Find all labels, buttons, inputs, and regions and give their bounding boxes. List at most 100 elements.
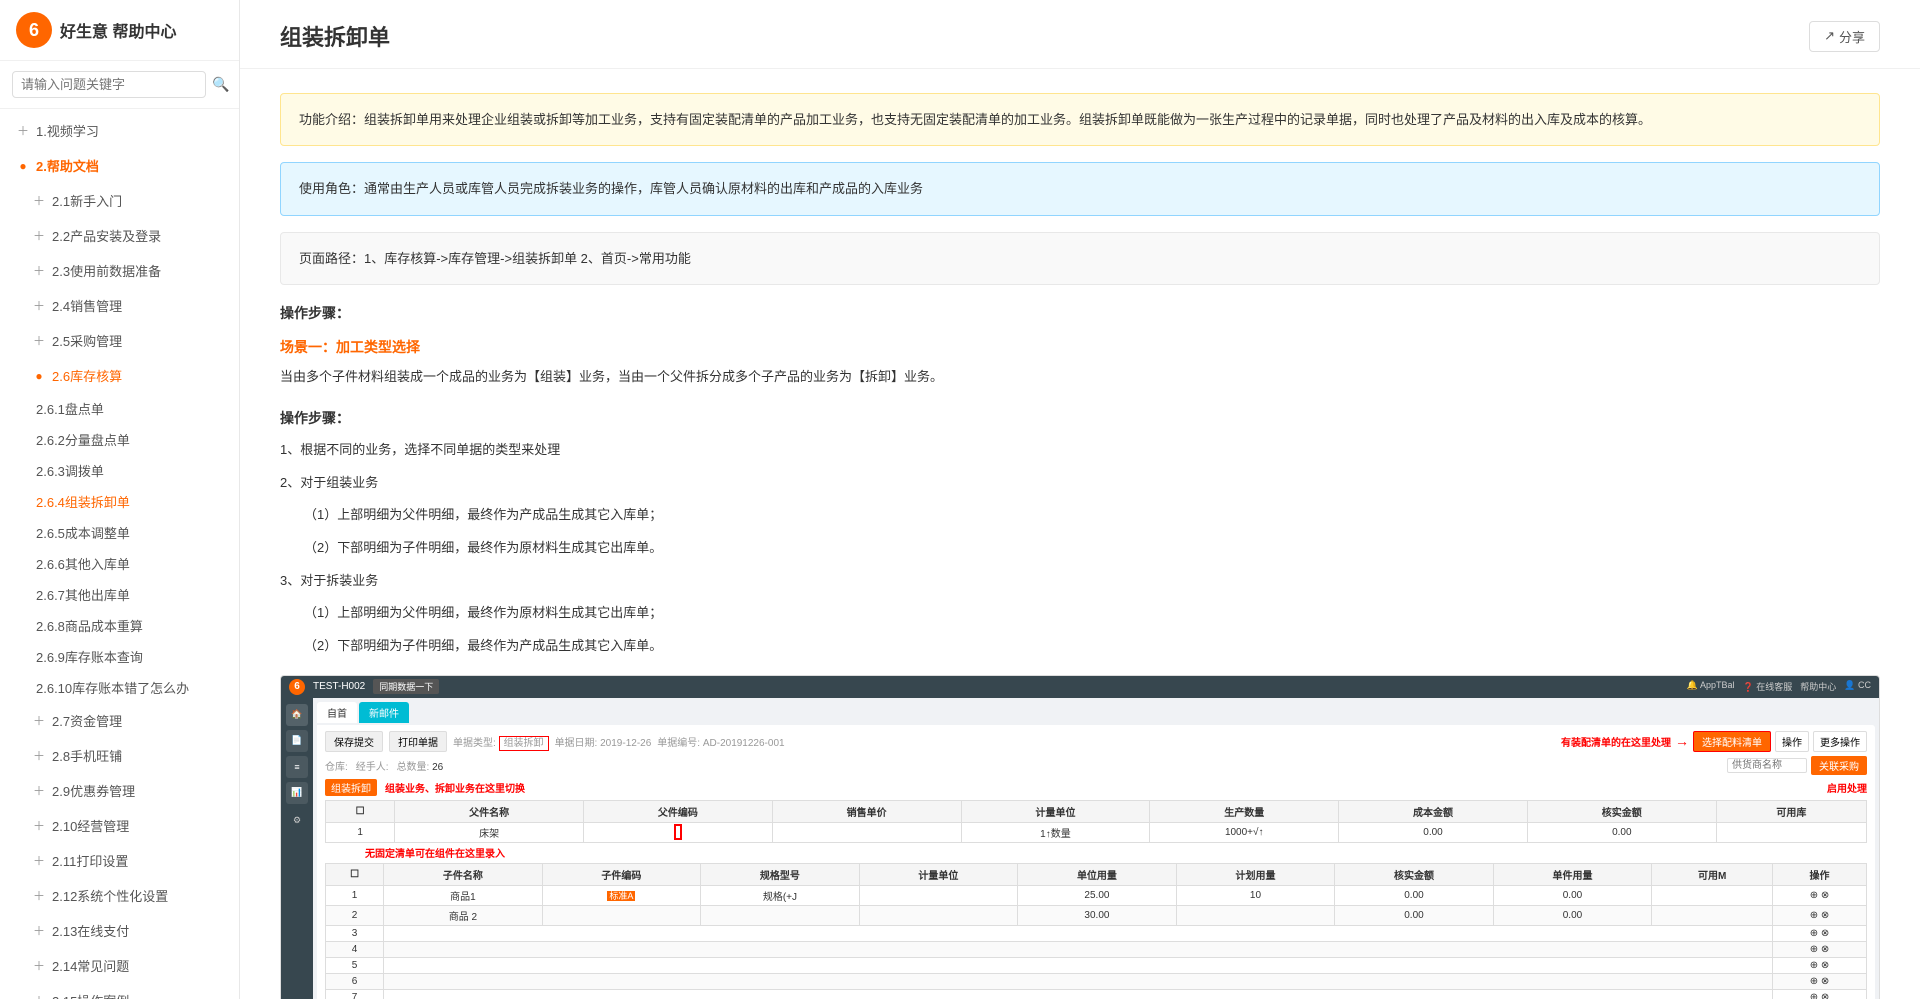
annotation-bom: 有装配清单的在这里处理 — [1561, 734, 1671, 749]
sidebar-item-assembly[interactable]: 2.6.4组装拆卸单 — [0, 486, 239, 517]
table-row: 4 ⊕ ⊗ — [326, 941, 1867, 957]
ss-nav-list: ≡ — [286, 756, 308, 778]
ss-parent-table: ☐ 父件名称 父件编码 销售单价 计量单位 生产数量 成本金额 核实金额 可用库 — [325, 800, 1867, 843]
sidebar-item-cost-adjust[interactable]: 2.6.5成本调整单 — [0, 517, 239, 548]
sidebar-item-mobile[interactable]: ＋ 2.8手机旺铺 — [0, 738, 239, 773]
ss-child-tag: 标准A — [607, 891, 635, 901]
sidebar-item-cases[interactable]: ＋ 2.15操作案例 — [0, 983, 239, 999]
sidebar-item-stock-fix[interactable]: 2.6.10库存账本错了怎么办 — [0, 672, 239, 703]
ss-btn-extra1[interactable]: 操作 — [1775, 731, 1809, 752]
plus-icon-newbie: ＋ — [32, 194, 46, 208]
table-row: 5 ⊕ ⊗ — [326, 957, 1867, 973]
step-3-1: （1）上部明细为父件明细，最终作为原材料生成其它出库单； — [304, 601, 1880, 626]
sidebar: 6 好生意 帮助中心 🔍 ＋ 1.视频学习 ● 2.帮助文档 ＋ 2.1新手入门… — [0, 0, 240, 999]
ss-form-doctype: 单据类型: 组装拆卸 — [453, 734, 549, 749]
sidebar-item-coupon[interactable]: ＋ 2.9优惠券管理 — [0, 773, 239, 808]
search-icon[interactable]: 🔍 — [212, 76, 229, 93]
step-2-1: （1）上部明细为父件明细，最终作为产成品生成其它入库单； — [304, 503, 1880, 528]
sidebar-item-online-pay[interactable]: ＋ 2.13在线支付 — [0, 913, 239, 948]
info-block-path: 页面路径：1、库存核算->库存管理->组装拆卸单 2、首页->常用功能 — [280, 232, 1880, 285]
ss-form-no: 单据编号: AD-20191226-001 — [657, 734, 784, 749]
table-row: 7 ⊕ ⊗ — [326, 989, 1867, 999]
plus-icon-install: ＋ — [32, 229, 46, 243]
table-row: 6 ⊕ ⊗ — [326, 973, 1867, 989]
main-content: 组装拆卸单 ↗ 分享 功能介绍：组装拆卸单用来处理企业组装或拆卸等加工业务，支持… — [240, 0, 1920, 999]
sidebar-item-partial-stock[interactable]: 2.6.2分量盘点单 — [0, 424, 239, 455]
ss-app-icon: 🔔 AppTBal — [1687, 680, 1735, 693]
nav-section: ＋ 1.视频学习 ● 2.帮助文档 ＋ 2.1新手入门 ＋ 2.2产品安装及登录… — [0, 109, 239, 999]
ss-btn-save[interactable]: 保存提交 — [325, 731, 383, 752]
ss-nav-chart: 📊 — [286, 782, 308, 804]
sidebar-item-personalize[interactable]: ＋ 2.12系统个性化设置 — [0, 878, 239, 913]
table-row: 1 商品1 标准A 规格(+J 25.00 10 0.00 0.00 — [326, 885, 1867, 905]
ss-company: TEST-H002 — [313, 681, 365, 692]
ss-user: 👤 CC — [1844, 680, 1871, 693]
logo-icon: 6 — [16, 12, 52, 48]
step-2-2: （2）下部明细为子件明细，最终作为原材料生成其它出库单。 — [304, 536, 1880, 561]
ss-btn-bom[interactable]: 选择配料清单 — [1693, 731, 1771, 752]
sidebar-item-stocktake[interactable]: 2.6.1盘点单 — [0, 393, 239, 424]
step-2-details: （1）上部明细为父件明细，最终作为产成品生成其它入库单； （2）下部明细为子件明… — [280, 503, 1880, 560]
share-button[interactable]: ↗ 分享 — [1809, 21, 1880, 52]
sidebar-item-other-in[interactable]: 2.6.6其他入库单 — [0, 548, 239, 579]
ss-search-field[interactable] — [1727, 758, 1807, 773]
arrow-icon-1: → — [1675, 733, 1689, 749]
ss-help-center: 帮助中心 — [1800, 680, 1836, 693]
sidebar-item-purchase[interactable]: ＋ 2.5采购管理 — [0, 323, 239, 358]
ss-logo: 6 — [289, 679, 305, 695]
sidebar-item-other-out[interactable]: 2.6.7其他出库单 — [0, 579, 239, 610]
table-row: 1 床架 1↑数量 1000+√↑ 0.00 0.00 — [326, 822, 1867, 842]
ss-tab-new[interactable]: 新邮件 — [359, 702, 409, 723]
ss-form-date: 单据日期: 2019-12-26 — [555, 734, 652, 749]
annotation-switch: 组装业务、拆卸业务在这里切换 — [385, 780, 525, 795]
plus-icon-faq: ＋ — [32, 959, 46, 973]
ss-th-actual-amt: 核实金额 — [1527, 800, 1716, 822]
ss-btn-search[interactable]: 关联采购 — [1811, 756, 1867, 775]
ss-num-label: 经手人: — [356, 758, 389, 773]
plus-icon-fin: ＋ — [32, 714, 46, 728]
page-title: 组装拆卸单 — [280, 20, 390, 52]
ss-help-icon: ❓ 在线客服 — [1743, 680, 1793, 693]
ss-th-parent-name: 父件名称 — [395, 800, 584, 822]
plus-icon-case: ＋ — [32, 994, 46, 999]
content-area: 功能介绍：组装拆卸单用来处理企业组装或拆卸等加工业务，支持有固定装配清单的产品加… — [240, 69, 1920, 999]
search-box: 🔍 — [0, 61, 239, 109]
ss-btn-extra2[interactable]: 更多操作 — [1813, 731, 1867, 752]
sidebar-item-sales[interactable]: ＋ 2.4销售管理 — [0, 288, 239, 323]
minus-icon-inv: ● — [32, 369, 46, 383]
sidebar-item-cost-recalc[interactable]: 2.6.8商品成本重算 — [0, 610, 239, 641]
sidebar-item-finance[interactable]: ＋ 2.7资金管理 — [0, 703, 239, 738]
plus-icon: ＋ — [16, 124, 30, 138]
sidebar-item-stock-query[interactable]: 2.6.9库存账本查询 — [0, 641, 239, 672]
ss-th-unit: 计量单位 — [961, 800, 1150, 822]
info-block-intro: 功能介绍：组装拆卸单用来处理企业组装或拆卸等加工业务，支持有固定装配清单的产品加… — [280, 93, 1880, 146]
search-input[interactable] — [12, 71, 206, 98]
ss-warehouse-label: 仓库: — [325, 758, 348, 773]
ss-th-cost-amt: 成本金额 — [1339, 800, 1528, 822]
ss-btn-prev[interactable]: 打印单据 — [389, 731, 447, 752]
plus-icon-coup: ＋ — [32, 784, 46, 798]
ss-child-table: ☐ 子件名称 子件编码 规格型号 计量单位 单位用量 计划用量 核实金额 单件用… — [325, 863, 1867, 999]
sidebar-item-transfer[interactable]: 2.6.3调拨单 — [0, 455, 239, 486]
sidebar-item-install[interactable]: ＋ 2.2产品安装及登录 — [0, 218, 239, 253]
ss-tab-home[interactable]: 自首 — [317, 702, 357, 723]
step-3-2: （2）下部明细为子件明细，最终作为产成品生成其它入库单。 — [304, 634, 1880, 659]
sidebar-item-ops[interactable]: ＋ 2.10经营管理 — [0, 808, 239, 843]
ss-nav-doc: 📄 — [286, 730, 308, 752]
sidebar-item-print[interactable]: ＋ 2.11打印设置 — [0, 843, 239, 878]
plus-icon-per: ＋ — [32, 889, 46, 903]
sidebar-item-faq[interactable]: ＋ 2.14常见问题 — [0, 948, 239, 983]
annotation-manual: 无固定清单可在组件在这里录入 — [325, 845, 1867, 860]
step-2: 2、对于组装业务 — [280, 471, 1880, 496]
plus-icon-prt: ＋ — [32, 854, 46, 868]
sidebar-item-docs[interactable]: ● 2.帮助文档 — [0, 148, 239, 183]
sidebar-item-newbie[interactable]: ＋ 2.1新手入门 — [0, 183, 239, 218]
plus-icon-pay: ＋ — [32, 924, 46, 938]
sidebar-item-video[interactable]: ＋ 1.视频学习 — [0, 113, 239, 148]
ss-qty-label: 总数量: 26 — [397, 758, 444, 773]
info-block-role: 使用角色：通常由生产人员或库管人员完成拆装业务的操作，库管人员确认原材料的出库和… — [280, 162, 1880, 215]
sidebar-item-inventory[interactable]: ● 2.6库存核算 — [0, 358, 239, 393]
annotation-enable: 启用处理 — [1827, 780, 1867, 795]
ss-date-value: 2019-12-26 — [600, 738, 651, 749]
sidebar-item-data-prep[interactable]: ＋ 2.3使用前数据准备 — [0, 253, 239, 288]
